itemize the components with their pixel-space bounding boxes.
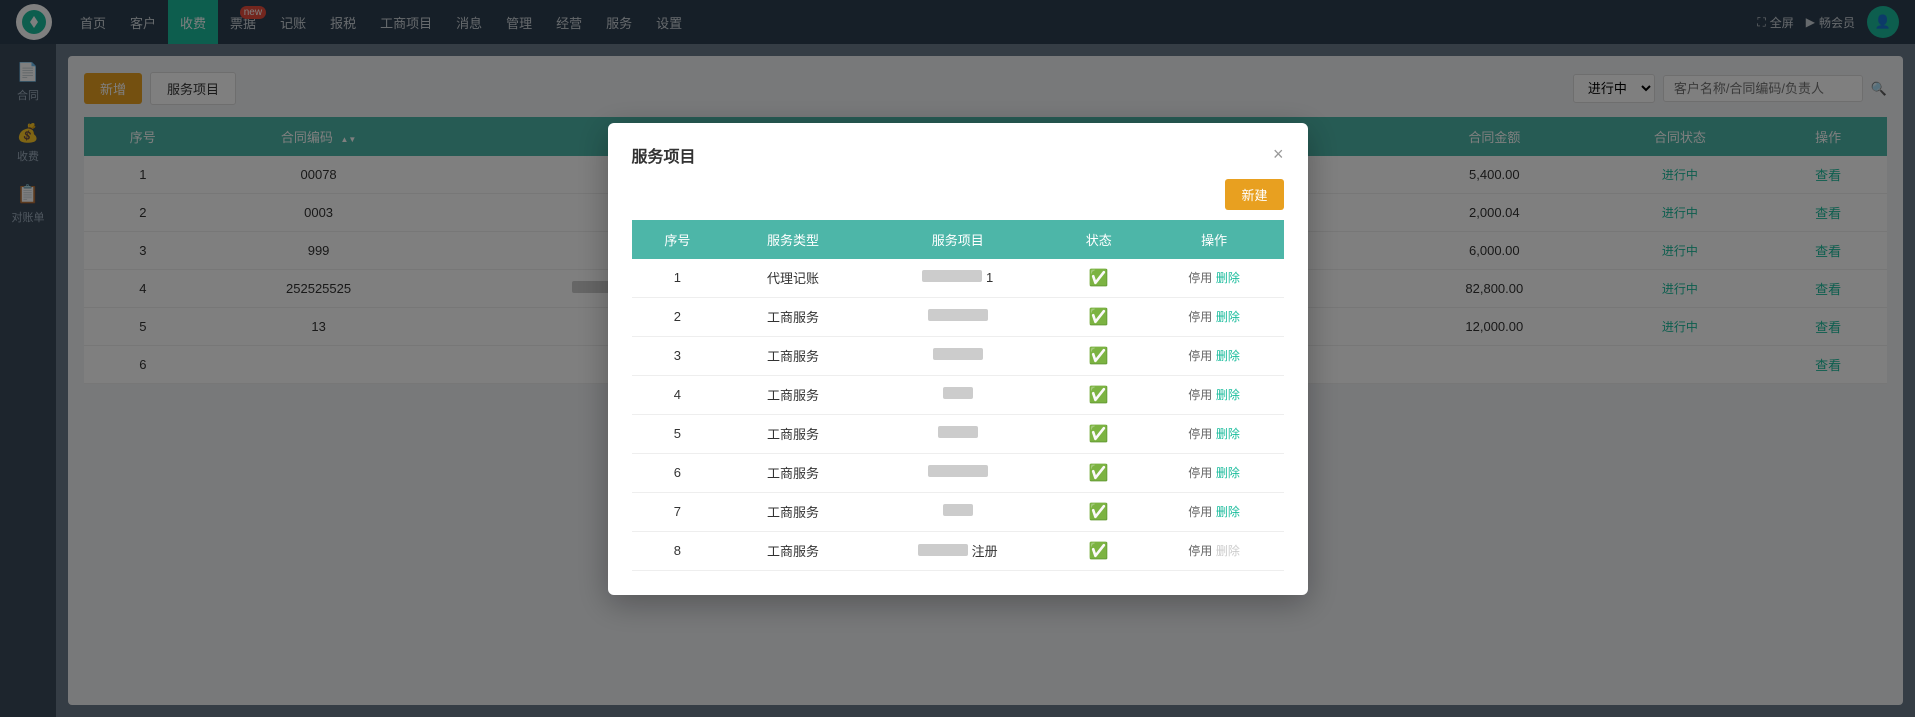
dialog-cell-status: ✅ xyxy=(1053,336,1145,375)
dialog-cell-action: 停用 删除 xyxy=(1145,297,1284,336)
dialog-cell-type: 工商服务 xyxy=(723,375,862,414)
dialog-cell-type: 工商服务 xyxy=(723,531,862,570)
stop-button[interactable]: 停用 xyxy=(1188,308,1212,325)
dialog-close-button[interactable]: × xyxy=(1273,144,1284,165)
dialog-cell-status: ✅ xyxy=(1053,259,1145,298)
stop-button[interactable]: 停用 xyxy=(1188,542,1212,559)
stop-button[interactable]: 停用 xyxy=(1188,347,1212,364)
dialog-cell-action: 停用 删除 xyxy=(1145,414,1284,453)
dialog-table-row: 6 工商服务 ✅ 停用 删除 xyxy=(632,453,1284,492)
dialog-cell-item xyxy=(863,414,1053,453)
dialog-cell-status: ✅ xyxy=(1053,492,1145,531)
delete-button[interactable]: 删除 xyxy=(1216,269,1240,286)
dialog-cell-seq: 7 xyxy=(632,492,724,531)
dialog-cell-seq: 1 xyxy=(632,259,724,298)
dialog-col-seq: 序号 xyxy=(632,220,724,259)
service-item-dialog: 服务项目 × 新建 序号 服务类型 服务项目 状态 操作 1 代理记账 1 xyxy=(608,123,1308,595)
dialog-cell-type: 工商服务 xyxy=(723,297,862,336)
delete-button[interactable]: 删除 xyxy=(1216,308,1240,325)
dialog-cell-item xyxy=(863,336,1053,375)
delete-button[interactable]: 删除 xyxy=(1216,425,1240,442)
dialog-cell-type: 代理记账 xyxy=(723,259,862,298)
dialog-cell-status: ✅ xyxy=(1053,297,1145,336)
dialog-table: 序号 服务类型 服务项目 状态 操作 1 代理记账 1 ✅ 停用 删除 xyxy=(632,220,1284,571)
dialog-new-button[interactable]: 新建 xyxy=(1225,179,1283,210)
dialog-body: 新建 序号 服务类型 服务项目 状态 操作 1 代理记账 1 ✅ xyxy=(608,179,1308,595)
dialog-cell-status: ✅ xyxy=(1053,531,1145,570)
dialog-cell-type: 工商服务 xyxy=(723,414,862,453)
dialog-cell-seq: 5 xyxy=(632,414,724,453)
dialog-cell-seq: 2 xyxy=(632,297,724,336)
dialog-cell-item: 注册 xyxy=(863,531,1053,570)
dialog-cell-action: 停用 删除 xyxy=(1145,492,1284,531)
dialog-table-row: 8 工商服务 注册 ✅ 停用 删除 xyxy=(632,531,1284,570)
delete-button[interactable]: 删除 xyxy=(1216,386,1240,403)
dialog-toolbar: 新建 xyxy=(632,179,1284,210)
stop-button[interactable]: 停用 xyxy=(1188,464,1212,481)
dialog-cell-action: 停用 删除 xyxy=(1145,531,1284,570)
stop-button[interactable]: 停用 xyxy=(1188,503,1212,520)
dialog-table-row: 1 代理记账 1 ✅ 停用 删除 xyxy=(632,259,1284,298)
stop-button[interactable]: 停用 xyxy=(1188,425,1212,442)
dialog-table-row: 3 工商服务 ✅ 停用 删除 xyxy=(632,336,1284,375)
delete-button[interactable]: 删除 xyxy=(1216,347,1240,364)
dialog-cell-type: 工商服务 xyxy=(723,336,862,375)
dialog-col-status: 状态 xyxy=(1053,220,1145,259)
dialog-cell-item xyxy=(863,375,1053,414)
dialog-col-item: 服务项目 xyxy=(863,220,1053,259)
dialog-title: 服务项目 xyxy=(632,143,696,167)
dialog-cell-action: 停用 删除 xyxy=(1145,453,1284,492)
dialog-table-row: 7 工商服务 ✅ 停用 删除 xyxy=(632,492,1284,531)
dialog-cell-type: 工商服务 xyxy=(723,492,862,531)
dialog-cell-seq: 8 xyxy=(632,531,724,570)
delete-button[interactable]: 删除 xyxy=(1216,503,1240,520)
dialog-cell-status: ✅ xyxy=(1053,375,1145,414)
dialog-table-row: 2 工商服务 ✅ 停用 删除 xyxy=(632,297,1284,336)
stop-button[interactable]: 停用 xyxy=(1188,269,1212,286)
dialog-cell-item xyxy=(863,453,1053,492)
dialog-cell-status: ✅ xyxy=(1053,414,1145,453)
dialog-cell-action: 停用 删除 xyxy=(1145,375,1284,414)
dialog-cell-type: 工商服务 xyxy=(723,453,862,492)
dialog-table-row: 5 工商服务 ✅ 停用 删除 xyxy=(632,414,1284,453)
dialog-cell-seq: 3 xyxy=(632,336,724,375)
dialog-cell-item: 1 xyxy=(863,259,1053,298)
dialog-header: 服务项目 × xyxy=(608,123,1308,179)
stop-button[interactable]: 停用 xyxy=(1188,386,1212,403)
dialog-col-action: 操作 xyxy=(1145,220,1284,259)
dialog-cell-action: 停用 删除 xyxy=(1145,259,1284,298)
dialog-cell-item xyxy=(863,297,1053,336)
dialog-cell-status: ✅ xyxy=(1053,453,1145,492)
delete-button[interactable]: 删除 xyxy=(1216,464,1240,481)
dialog-col-type: 服务类型 xyxy=(723,220,862,259)
dialog-table-row: 4 工商服务 ✅ 停用 删除 xyxy=(632,375,1284,414)
delete-button[interactable]: 删除 xyxy=(1216,542,1240,559)
dialog-cell-seq: 6 xyxy=(632,453,724,492)
dialog-cell-item xyxy=(863,492,1053,531)
dialog-cell-action: 停用 删除 xyxy=(1145,336,1284,375)
dialog-cell-seq: 4 xyxy=(632,375,724,414)
